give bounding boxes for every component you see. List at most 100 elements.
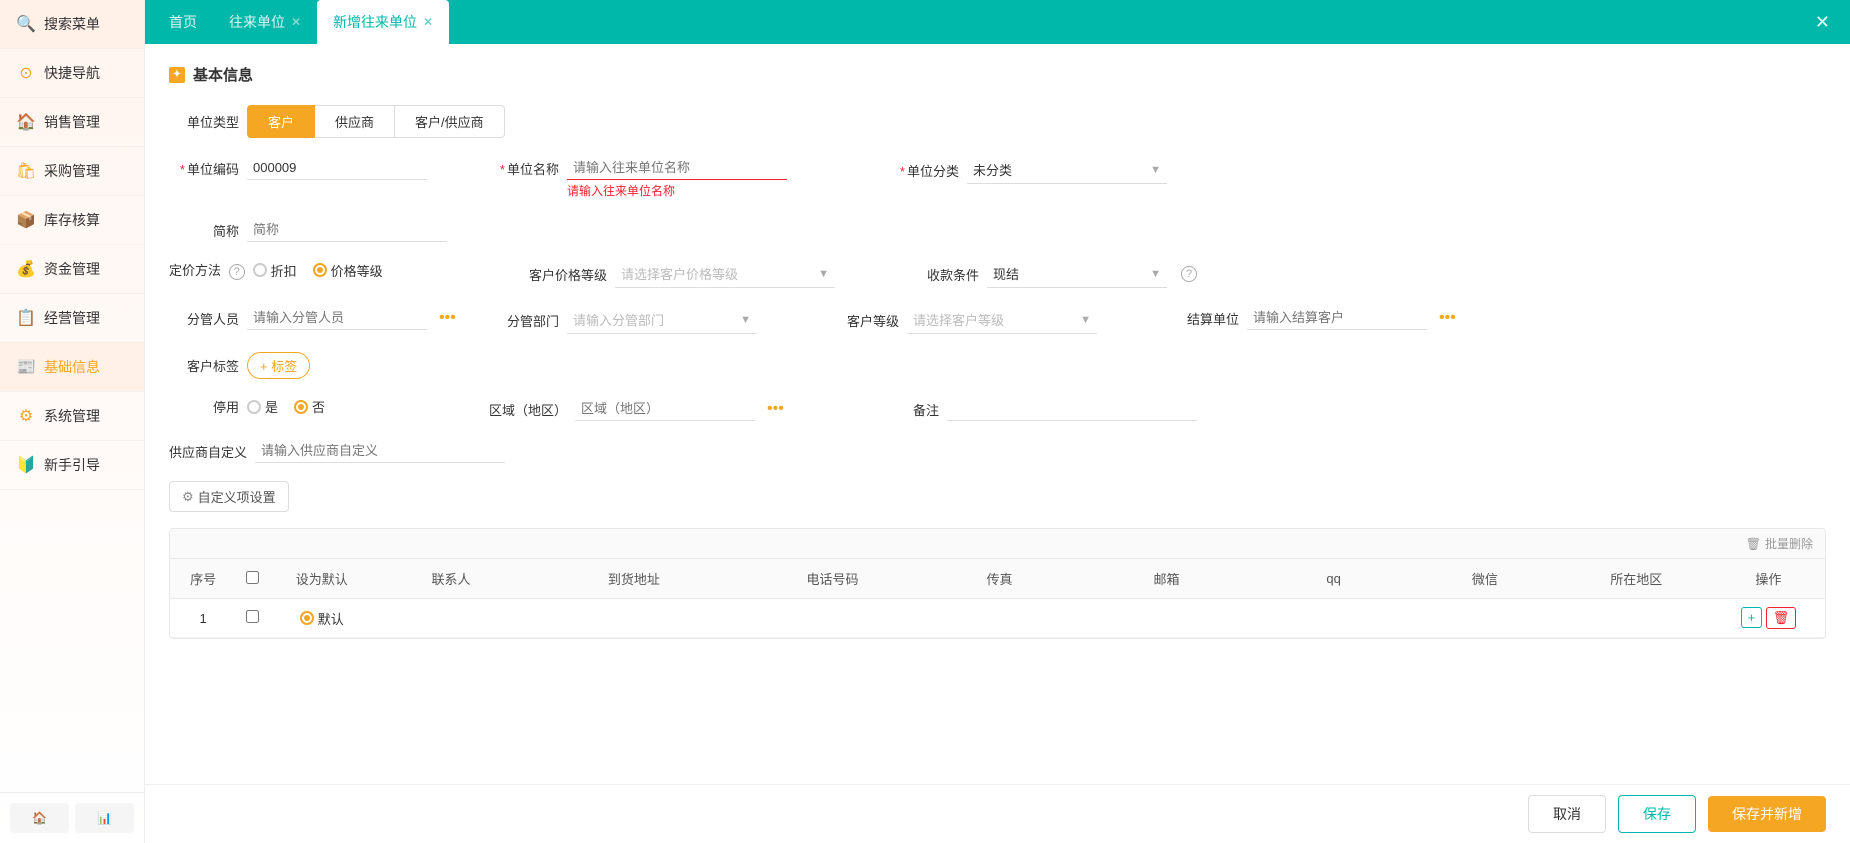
settlement-label: 结算单位	[1169, 309, 1239, 328]
save-new-button[interactable]: 保存并新增	[1708, 796, 1826, 832]
region-label: 区域（地区）	[489, 400, 567, 419]
cell-email[interactable]	[1075, 599, 1258, 638]
unit-code-input[interactable]	[247, 156, 427, 180]
settlement-input[interactable]	[1247, 306, 1427, 330]
sidebar-item-basic[interactable]: 📰 基础信息	[0, 343, 144, 392]
sidebar-stats-btn[interactable]: 📊	[75, 803, 134, 833]
btn-customer[interactable]: 客户	[247, 105, 315, 138]
sidebar-item-finance[interactable]: 💰 资金管理	[0, 245, 144, 294]
shortname-field: 简称	[169, 218, 489, 242]
quicknav-icon: ⊙	[16, 63, 36, 83]
address-input[interactable]	[574, 611, 694, 626]
category-chevron-icon: ▼	[1150, 164, 1161, 176]
disabled-radio-no[interactable]: 否	[294, 397, 325, 416]
dept-select[interactable]: 请输入分管部门 ▼	[567, 306, 757, 334]
payment-help-icon[interactable]: ?	[1181, 266, 1197, 282]
fax-input[interactable]	[960, 611, 1040, 626]
tab-new-partner[interactable]: 新增往来单位 ✕	[317, 0, 449, 44]
tab-partner[interactable]: 往来单位 ✕	[213, 0, 317, 44]
customer-level-chevron-icon: ▼	[1080, 314, 1091, 326]
sidebar-item-quicknav[interactable]: ⊙ 快捷导航	[0, 49, 144, 98]
region-input[interactable]	[575, 397, 755, 421]
supplier-custom-row: 供应商自定义	[169, 439, 1826, 463]
customer-price-chevron-icon: ▼	[818, 268, 829, 280]
cancel-button[interactable]: 取消	[1528, 795, 1606, 833]
sidebar-item-operations[interactable]: 📋 经营管理	[0, 294, 144, 343]
tab-bar-close-btn[interactable]: ✕	[1803, 12, 1842, 33]
cell-address[interactable]	[527, 599, 741, 638]
manager-input[interactable]	[247, 306, 427, 330]
search-icon: 🔍	[16, 14, 36, 34]
manager-label: 分管人员	[169, 309, 239, 328]
unit-name-input[interactable]	[567, 156, 787, 180]
inventory-icon: 📦	[16, 210, 36, 230]
batch-delete-btn[interactable]: 🗑 批量删除	[1746, 535, 1813, 552]
default-circle	[300, 611, 314, 625]
wechat-input[interactable]	[1445, 611, 1525, 626]
payment-terms-select[interactable]: 现结 ▼	[987, 260, 1167, 288]
col-fax: 传真	[924, 559, 1075, 599]
col-address: 到货地址	[527, 559, 741, 599]
settlement-field: 结算单位 •••	[1169, 306, 1509, 330]
sidebar-item-guide[interactable]: 🔰 新手引导	[0, 441, 144, 490]
row-add-btn[interactable]: +	[1741, 607, 1763, 628]
tab-home[interactable]: 首页	[153, 0, 213, 44]
disabled-radio-yes[interactable]: 是	[247, 397, 278, 416]
customer-price-field: 客户价格等级 请选择客户价格等级 ▼	[529, 260, 889, 288]
region-field: 区域（地区） •••	[489, 397, 849, 421]
cell-fax[interactable]	[924, 599, 1075, 638]
unit-type-row: 单位类型 客户 供应商 客户/供应商	[169, 105, 1826, 138]
pricing-help-icon[interactable]: ?	[229, 264, 245, 280]
settlement-more-btn[interactable]: •••	[1435, 309, 1460, 327]
remark-input[interactable]	[947, 397, 1197, 421]
col-check	[236, 559, 268, 599]
contact-input[interactable]	[411, 611, 491, 626]
manager-more-btn[interactable]: •••	[435, 309, 460, 327]
sidebar-item-purchase[interactable]: 🛍 采购管理	[0, 147, 144, 196]
sidebar-item-system[interactable]: ⚙ 系统管理	[0, 392, 144, 441]
cell-wechat[interactable]	[1409, 599, 1560, 638]
cell-contact[interactable]	[375, 599, 526, 638]
phone-input[interactable]	[782, 611, 882, 626]
shortname-row: 简称	[169, 218, 1826, 242]
unit-name-field: *单位名称 请输入往来单位名称	[489, 156, 869, 200]
pricing-radio-level[interactable]: 价格等级	[313, 261, 383, 280]
cell-qq[interactable]	[1258, 599, 1409, 638]
sidebar-item-search[interactable]: 🔍 搜索菜单	[0, 0, 144, 49]
pricing-method-field: 定价方法 ? 折扣 价格等级	[169, 260, 509, 280]
customer-level-label: 客户等级	[829, 311, 899, 330]
row-del-btn[interactable]: 🗑	[1766, 607, 1797, 629]
cell-phone[interactable]	[741, 599, 924, 638]
region-cell-input[interactable]	[1596, 611, 1676, 626]
pricing-radio-group: 折扣 价格等级	[253, 261, 383, 280]
cell-region[interactable]	[1561, 599, 1712, 638]
default-radio[interactable]: 默认	[276, 609, 367, 628]
section-title: ✦ 基本信息	[169, 64, 1826, 85]
add-tag-btn[interactable]: + 标签	[247, 352, 310, 379]
contact-table: 序号 设为默认 联系人 到货地址 电话号码 传真 邮箱 qq 微信 所在地区	[170, 559, 1825, 638]
tab-new-partner-close[interactable]: ✕	[423, 15, 433, 29]
disabled-yes-circle	[247, 400, 261, 414]
guide-icon: 🔰	[16, 455, 36, 475]
shortname-input[interactable]	[247, 218, 447, 242]
sidebar-home-btn[interactable]: 🏠	[10, 803, 69, 833]
form-content: ✦ 基本信息 单位类型 客户 供应商 客户/供应商 *单位编码	[145, 44, 1850, 784]
pricing-radio-discount[interactable]: 折扣	[253, 261, 297, 280]
row-checkbox[interactable]	[246, 610, 259, 623]
save-button[interactable]: 保存	[1618, 795, 1696, 833]
customer-price-select[interactable]: 请选择客户价格等级 ▼	[615, 260, 835, 288]
sidebar-item-sales[interactable]: 🏠 销售管理	[0, 98, 144, 147]
region-more-btn[interactable]: •••	[763, 400, 788, 418]
customer-level-select[interactable]: 请选择客户等级 ▼	[907, 306, 1097, 334]
sales-icon: 🏠	[16, 112, 36, 132]
qq-input[interactable]	[1294, 611, 1374, 626]
supplier-custom-input[interactable]	[255, 439, 505, 463]
sidebar-item-inventory[interactable]: 📦 库存核算	[0, 196, 144, 245]
tab-partner-close[interactable]: ✕	[291, 15, 301, 29]
select-all-checkbox[interactable]	[246, 571, 259, 584]
btn-both[interactable]: 客户/供应商	[395, 105, 505, 138]
btn-supplier[interactable]: 供应商	[315, 105, 395, 138]
unit-category-select[interactable]: 未分类 ▼	[967, 156, 1167, 184]
email-input[interactable]	[1117, 611, 1217, 626]
custom-settings-btn[interactable]: ⚙ 自定义项设置	[169, 481, 289, 512]
